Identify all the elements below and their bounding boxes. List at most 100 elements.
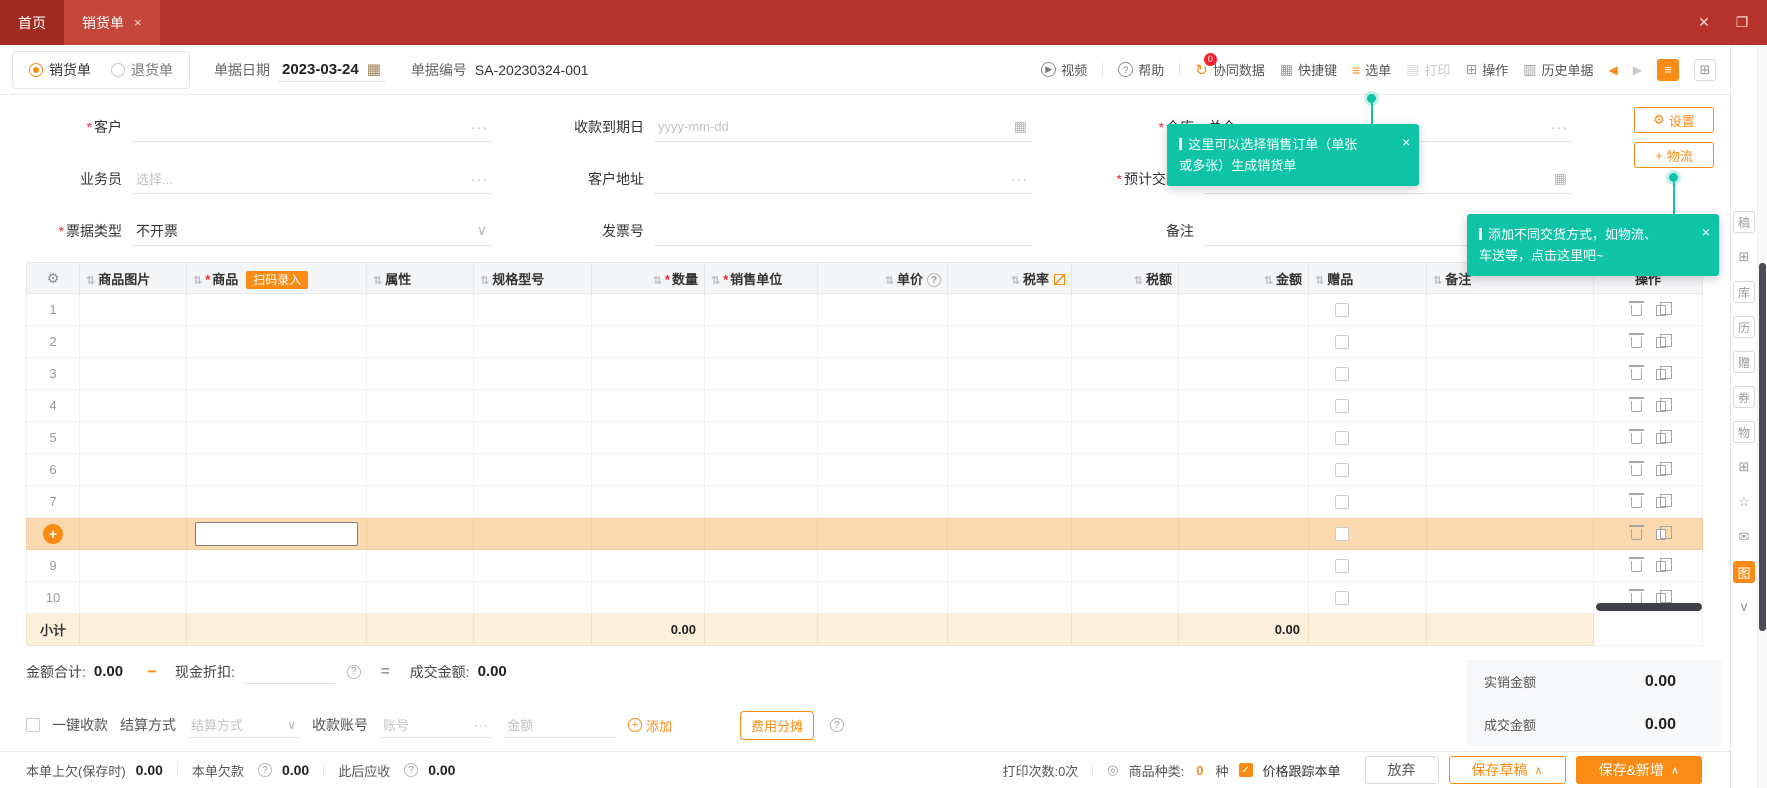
history-docs-button[interactable]: ▥ 历史单据 bbox=[1523, 60, 1593, 79]
gift-checkbox[interactable] bbox=[1335, 399, 1349, 414]
price-help-icon[interactable]: ? bbox=[927, 273, 941, 288]
copy-row-icon[interactable] bbox=[1655, 526, 1672, 541]
gift-checkbox[interactable] bbox=[1335, 463, 1349, 478]
col-header-spec[interactable]: ⇅ 规格型号 bbox=[473, 262, 592, 294]
list-view-button[interactable]: ≡ bbox=[1657, 58, 1679, 81]
delete-row-icon[interactable] bbox=[1628, 493, 1644, 509]
rail-history-icon[interactable]: 历 bbox=[1733, 316, 1755, 338]
gift-checkbox[interactable] bbox=[1335, 431, 1349, 446]
sort-icon[interactable]: ⇅ bbox=[373, 275, 382, 287]
vertical-scrollbar[interactable] bbox=[1757, 45, 1767, 788]
ellipsis-icon[interactable]: ··· bbox=[471, 119, 488, 135]
customer-address-input[interactable]: ··· bbox=[654, 164, 1032, 194]
save-draft-button[interactable]: 保存草稿 ∧ bbox=[1448, 756, 1566, 784]
rail-inventory-icon[interactable]: 库 bbox=[1733, 281, 1755, 303]
price-track-checkbox[interactable]: ✓ bbox=[1238, 763, 1253, 777]
ellipsis-icon[interactable]: ··· bbox=[471, 171, 488, 187]
copy-row-icon[interactable] bbox=[1655, 494, 1672, 509]
sort-icon[interactable]: ⇅ bbox=[653, 275, 662, 287]
discount-help-icon[interactable]: ? bbox=[346, 664, 361, 679]
rail-favorite-icon[interactable]: ☆ bbox=[1733, 491, 1755, 513]
hotkeys-button[interactable]: ▦ 快捷键 bbox=[1280, 60, 1337, 79]
calendar-icon[interactable]: ▦ bbox=[367, 60, 381, 78]
sort-icon[interactable]: ⇅ bbox=[885, 275, 894, 287]
calendar-icon[interactable]: ▦ bbox=[1554, 170, 1568, 187]
receivable-help-icon[interactable]: ? bbox=[404, 763, 419, 777]
col-header-gift[interactable]: ⇅ 赠品 bbox=[1308, 262, 1427, 294]
col-header-unit[interactable]: ⇅ * 销售单位 bbox=[704, 262, 818, 294]
sort-icon[interactable]: ⇅ bbox=[1264, 275, 1273, 287]
ellipsis-icon[interactable]: ··· bbox=[1551, 119, 1568, 135]
rail-gift-icon[interactable]: 赠 bbox=[1733, 351, 1755, 373]
window-close-icon[interactable]: ✕ bbox=[1687, 6, 1721, 40]
tab-home[interactable]: 首页 bbox=[0, 0, 64, 45]
operations-button[interactable]: ⊞ 操作 bbox=[1466, 60, 1509, 79]
copy-row-icon[interactable] bbox=[1655, 430, 1672, 445]
quick-receipt-checkbox[interactable] bbox=[26, 718, 40, 732]
scan-entry-button[interactable]: 扫码录入 bbox=[246, 270, 309, 289]
horizontal-scrollbar-thumb[interactable] bbox=[1596, 603, 1702, 611]
doc-type-return-radio[interactable]: 退货单 bbox=[111, 60, 173, 80]
ellipsis-icon[interactable]: ··· bbox=[1011, 171, 1028, 187]
copy-row-icon[interactable] bbox=[1655, 334, 1672, 349]
tax-batch-edit-icon[interactable] bbox=[1054, 273, 1065, 285]
sort-icon[interactable]: ⇅ bbox=[1134, 275, 1143, 287]
logistics-button[interactable]: + 物流 添加不同交货方式，如物流、 车送等，点击这里吧~ × bbox=[1467, 142, 1719, 276]
vertical-scrollbar-thumb[interactable] bbox=[1759, 263, 1766, 631]
debt-help-icon[interactable]: ? bbox=[257, 763, 272, 777]
window-restore-icon[interactable]: ❐ bbox=[1725, 6, 1759, 40]
delete-row-icon[interactable] bbox=[1628, 397, 1644, 413]
tooltip-close-icon[interactable]: × bbox=[1402, 132, 1410, 153]
copy-row-icon[interactable] bbox=[1655, 398, 1672, 413]
col-header-qty[interactable]: ⇅ * 数量 bbox=[591, 262, 705, 294]
col-header-image[interactable]: ⇅ 商品图片 bbox=[79, 262, 187, 294]
gift-checkbox[interactable] bbox=[1335, 303, 1349, 318]
gift-checkbox[interactable] bbox=[1335, 527, 1349, 542]
collab-data-button[interactable]: ↻ 0 协同数据 bbox=[1195, 52, 1265, 79]
col-header-tax[interactable]: ⇅ 税额 bbox=[1071, 262, 1179, 294]
delete-row-icon[interactable] bbox=[1628, 333, 1644, 349]
salesperson-input[interactable]: 选择... ··· bbox=[132, 164, 492, 194]
copy-row-icon[interactable] bbox=[1655, 462, 1672, 477]
sort-icon[interactable]: ⇅ bbox=[711, 275, 720, 287]
copy-row-icon[interactable] bbox=[1655, 302, 1672, 317]
help-button[interactable]: ? 帮助 bbox=[1118, 60, 1164, 79]
print-button[interactable]: ▤ 打印 bbox=[1406, 60, 1450, 79]
gift-checkbox[interactable] bbox=[1335, 335, 1349, 350]
grid-view-button[interactable]: ⊞ bbox=[1694, 58, 1716, 81]
gift-checkbox[interactable] bbox=[1335, 591, 1349, 606]
table-settings-gear-icon[interactable]: ⚙ bbox=[33, 270, 73, 287]
rail-feedback-icon[interactable]: ✉ bbox=[1733, 526, 1755, 548]
rail-draft-icon[interactable]: 稿 bbox=[1733, 211, 1755, 233]
add-row-button[interactable]: + bbox=[43, 523, 63, 544]
product-search-input[interactable] bbox=[195, 521, 358, 546]
rail-logistics-icon[interactable]: 物 bbox=[1733, 421, 1755, 443]
rail-coupon-icon[interactable]: 券 bbox=[1733, 386, 1755, 408]
gift-checkbox[interactable] bbox=[1335, 495, 1349, 510]
settings-button[interactable]: ⚙ 设置 bbox=[1634, 107, 1714, 133]
col-header-attr[interactable]: ⇅ 属性 bbox=[366, 262, 474, 294]
fee-share-button[interactable]: 费用分摊 bbox=[740, 710, 815, 740]
invoice-type-select[interactable]: 不开票 ∨ bbox=[132, 216, 492, 246]
col-header-taxrate[interactable]: ⇅ 税率 bbox=[947, 262, 1072, 294]
invoice-no-input[interactable] bbox=[654, 216, 1032, 246]
chevron-down-icon[interactable]: ∨ bbox=[477, 222, 488, 239]
delete-row-icon[interactable] bbox=[1628, 525, 1644, 541]
settlement-method-select[interactable]: 结算方式 ∨ bbox=[188, 712, 300, 738]
fee-share-help-icon[interactable]: ? bbox=[830, 718, 845, 732]
sort-icon[interactable]: ⇅ bbox=[86, 275, 95, 287]
delete-row-icon[interactable] bbox=[1628, 301, 1644, 317]
col-header-product[interactable]: ⇅ * 商品 扫码录入 bbox=[186, 262, 367, 294]
calendar-icon[interactable]: ▦ bbox=[1014, 118, 1028, 135]
delete-row-icon[interactable] bbox=[1628, 461, 1644, 477]
document-date-input[interactable]: 2023-03-24 ▦ bbox=[278, 57, 385, 82]
video-button[interactable]: ▶ 视频 bbox=[1041, 60, 1087, 79]
sort-icon[interactable]: ⇅ bbox=[193, 275, 202, 287]
rail-collapse-icon[interactable]: ∨ bbox=[1733, 596, 1755, 618]
delete-row-icon[interactable] bbox=[1628, 365, 1644, 381]
cash-discount-input[interactable] bbox=[242, 660, 335, 684]
tooltip-close-icon[interactable]: × bbox=[1702, 222, 1710, 243]
receipt-account-select[interactable]: 账号 ··· bbox=[380, 712, 492, 738]
sort-icon[interactable]: ⇅ bbox=[1433, 275, 1442, 287]
gift-checkbox[interactable] bbox=[1335, 559, 1349, 574]
